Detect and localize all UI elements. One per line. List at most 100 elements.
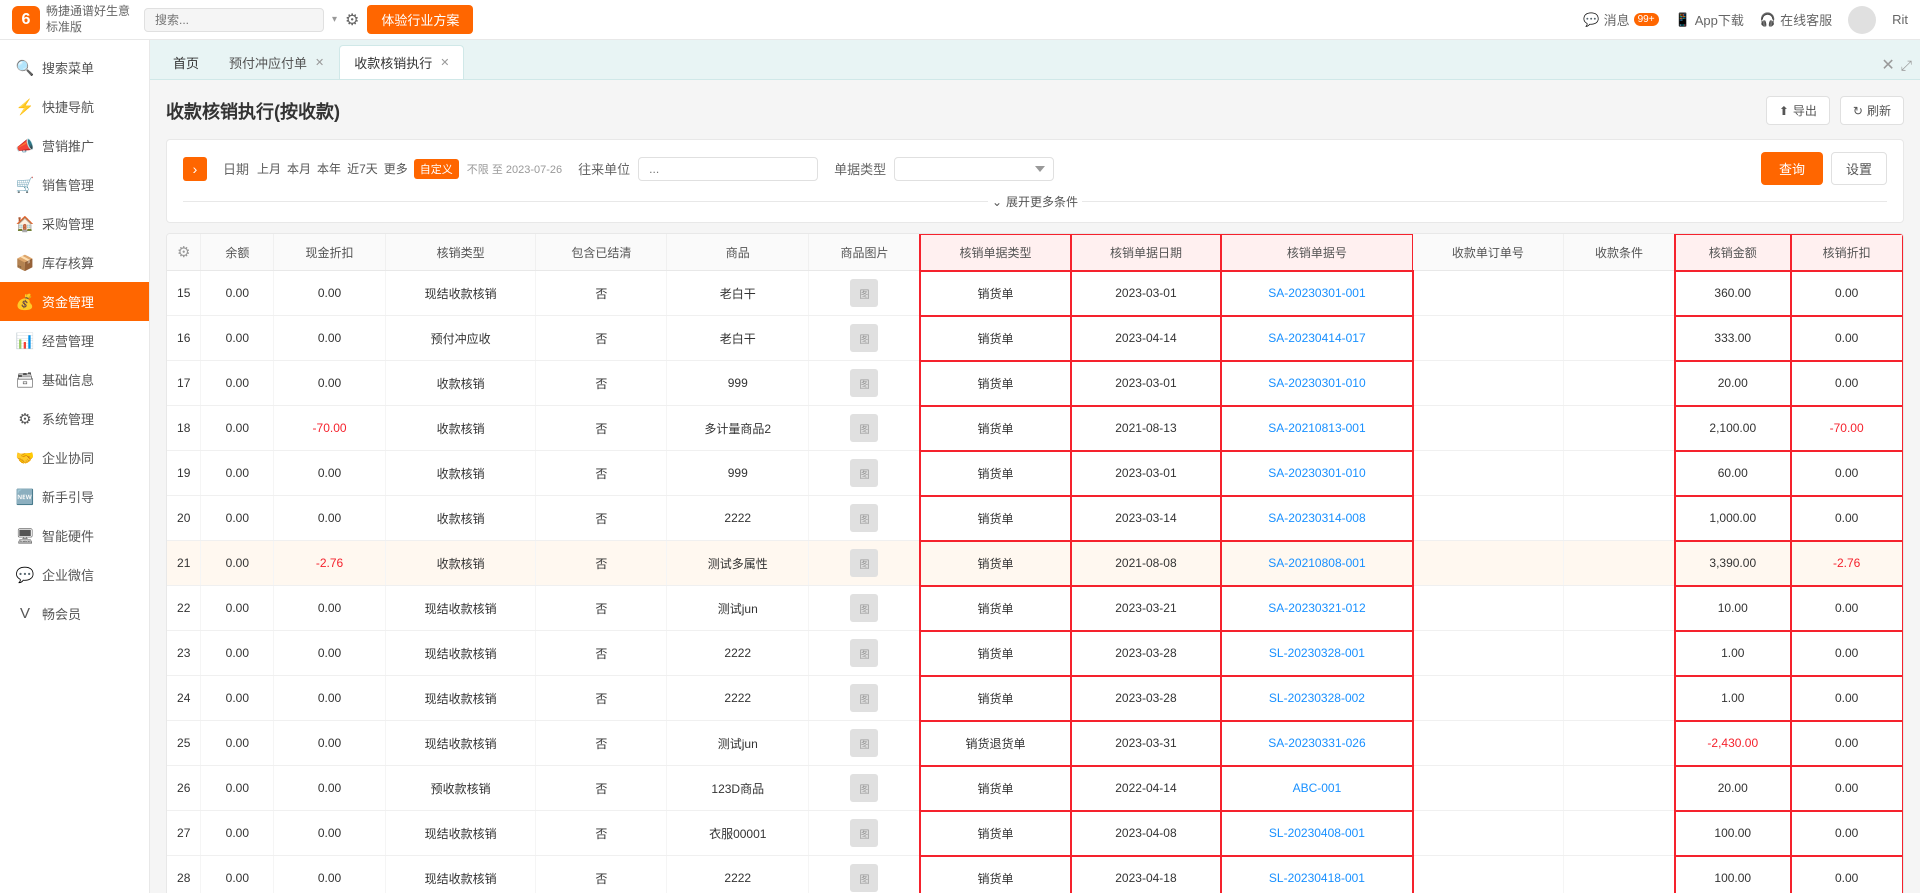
- doc-no-link[interactable]: SL-20230418-001: [1269, 871, 1365, 885]
- doc-no-link[interactable]: SA-20210808-001: [1268, 556, 1365, 570]
- sidebar-item-guide[interactable]: 🆕 新手引导: [0, 477, 149, 516]
- date-this-month-btn[interactable]: 本月: [287, 160, 311, 177]
- cell-cond: [1563, 361, 1675, 406]
- doc-no-link[interactable]: SA-20230301-010: [1268, 376, 1365, 390]
- window-minimize-icon[interactable]: ✕: [1881, 55, 1894, 75]
- gear-icon[interactable]: ⚙: [177, 244, 190, 261]
- cell-doc-no[interactable]: SA-20230321-012: [1221, 586, 1413, 631]
- doc-no-link[interactable]: SA-20230321-012: [1268, 601, 1365, 615]
- col-amount: 核销金额: [1675, 234, 1791, 271]
- cell-doc-no[interactable]: ABC-001: [1221, 766, 1413, 811]
- tab-collection-close[interactable]: ✕: [440, 56, 449, 69]
- cell-doc-no[interactable]: SA-20210813-001: [1221, 406, 1413, 451]
- sidebar-item-corp[interactable]: 🤝 企业协同: [0, 438, 149, 477]
- date-this-year-btn[interactable]: 本年: [317, 160, 341, 177]
- cell-doc-no[interactable]: SL-20230328-001: [1221, 631, 1413, 676]
- filter-date-item: 日期 上月 本月 本年 近7天 更多 自定义: [223, 159, 459, 179]
- global-search-input[interactable]: [144, 8, 324, 32]
- cell-goods-img: 图: [809, 766, 921, 811]
- doc-no-link[interactable]: SL-20230328-001: [1269, 646, 1365, 660]
- sidebar-item-inventory-label: 库存核算: [42, 253, 94, 272]
- trial-button[interactable]: 体验行业方案: [367, 5, 473, 34]
- doc-no-link[interactable]: SL-20230408-001: [1269, 826, 1365, 840]
- cell-doc-no[interactable]: SL-20230328-002: [1221, 676, 1413, 721]
- cell-cash-discount: 0.00: [274, 586, 386, 631]
- col-balance: 余额: [201, 234, 274, 271]
- doc-no-link[interactable]: ABC-001: [1293, 781, 1342, 795]
- doc-no-link[interactable]: SA-20230314-008: [1268, 511, 1365, 525]
- settings-icon[interactable]: ⚙: [345, 10, 359, 30]
- filter-bar: › 日期 上月 本月 本年 近7天 更多 自定义 不限 至 2023: [166, 139, 1904, 223]
- filter-settings-button[interactable]: 设置: [1831, 152, 1887, 185]
- date-hint: 不限 至 2023-07-26: [467, 161, 562, 177]
- cell-discount: 0.00: [1791, 856, 1903, 893]
- refresh-button[interactable]: ↻ 刷新: [1840, 96, 1904, 125]
- tab-prepay-close[interactable]: ✕: [315, 56, 324, 69]
- sidebar-item-inventory[interactable]: 📦 库存核算: [0, 243, 149, 282]
- cell-doc-no[interactable]: SA-20230301-010: [1221, 361, 1413, 406]
- cell-doc-no[interactable]: SA-20230414-017: [1221, 316, 1413, 361]
- date-more-btn[interactable]: 更多: [384, 160, 408, 177]
- avatar[interactable]: [1848, 6, 1876, 34]
- counterparty-filter-input[interactable]: [638, 157, 818, 181]
- online-service-button[interactable]: 🎧 在线客服: [1760, 10, 1832, 29]
- tab-home[interactable]: 首页: [158, 45, 214, 79]
- cell-num: 18: [167, 406, 201, 451]
- cell-doc-type: 销货单: [920, 856, 1070, 893]
- cell-balance: 0.00: [201, 766, 274, 811]
- cell-doc-no[interactable]: SA-20210808-001: [1221, 541, 1413, 586]
- doc-no-link[interactable]: SA-20230414-017: [1268, 331, 1365, 345]
- tab-prepay[interactable]: 预付冲应付单 ✕: [214, 45, 339, 79]
- sidebar-item-basic-label: 基础信息: [42, 370, 94, 389]
- doc-no-link[interactable]: SA-20230301-001: [1268, 286, 1365, 300]
- expand-more-bar[interactable]: ⌄ 展开更多条件: [183, 193, 1887, 210]
- cell-balance: 0.00: [201, 676, 274, 721]
- cell-doc-no[interactable]: SL-20230418-001: [1221, 856, 1413, 893]
- sidebar-item-marketing[interactable]: 📣 营销推广: [0, 126, 149, 165]
- cell-type: 收款核销: [385, 451, 535, 496]
- sidebar-item-wechat[interactable]: 💬 企业微信: [0, 555, 149, 594]
- doc-no-link[interactable]: SA-20210813-001: [1268, 421, 1365, 435]
- sidebar-item-sales[interactable]: 🛒 销售管理: [0, 165, 149, 204]
- doctype-filter-select[interactable]: 销货单: [894, 157, 1054, 181]
- cell-cash-discount: 0.00: [274, 316, 386, 361]
- sidebar-item-finance[interactable]: 💰 资金管理: [0, 282, 149, 321]
- cell-amount: 20.00: [1675, 361, 1791, 406]
- sidebar-item-basic[interactable]: 🗃 基础信息: [0, 360, 149, 399]
- date-custom-btn[interactable]: 自定义: [414, 159, 459, 179]
- window-maximize-icon[interactable]: ⤢: [1901, 57, 1912, 74]
- cell-doc-no[interactable]: SL-20230408-001: [1221, 811, 1413, 856]
- cell-doc-type: 销货单: [920, 631, 1070, 676]
- cell-doc-no[interactable]: SA-20230314-008: [1221, 496, 1413, 541]
- sidebar-item-business[interactable]: 📊 经营管理: [0, 321, 149, 360]
- sidebar-item-hardware[interactable]: 🖥 智能硬件: [0, 516, 149, 555]
- cell-balance: 0.00: [201, 271, 274, 316]
- export-button[interactable]: ⬆ 导出: [1766, 96, 1830, 125]
- tab-collection[interactable]: 收款核销执行 ✕: [339, 45, 464, 79]
- sidebar-item-system[interactable]: ⚙ 系统管理: [0, 399, 149, 438]
- sidebar-item-member[interactable]: V 畅会员: [0, 594, 149, 633]
- messages-button[interactable]: 💬 消息 99+: [1583, 10, 1658, 29]
- cell-cash-discount: 0.00: [274, 676, 386, 721]
- query-button[interactable]: 查询: [1761, 152, 1823, 185]
- col-gear: ⚙: [167, 234, 201, 271]
- cell-doc-no[interactable]: SA-20230301-010: [1221, 451, 1413, 496]
- cell-doc-no[interactable]: SA-20230301-001: [1221, 271, 1413, 316]
- app-layout: 🔍 搜索菜单 ⚡ 快捷导航 📣 营销推广 🛒 销售管理 🏠 采购管理 📦 库存核…: [0, 40, 1920, 893]
- doc-no-link[interactable]: SA-20230301-010: [1268, 466, 1365, 480]
- filter-expand-toggle[interactable]: ›: [183, 157, 207, 181]
- app-download-button[interactable]: 📱 App下载: [1675, 10, 1744, 29]
- doc-no-link[interactable]: SA-20230331-026: [1268, 736, 1365, 750]
- member-icon: V: [16, 605, 34, 623]
- tab-bar-actions: ✕ ⤢: [1881, 55, 1912, 79]
- doc-no-link[interactable]: SL-20230328-002: [1269, 691, 1365, 705]
- sidebar-item-search[interactable]: 🔍 搜索菜单: [0, 48, 149, 87]
- cell-doc-no[interactable]: SA-20230331-026: [1221, 721, 1413, 766]
- date-last-month-btn[interactable]: 上月: [257, 160, 281, 177]
- sidebar-item-quicknav[interactable]: ⚡ 快捷导航: [0, 87, 149, 126]
- sidebar-item-purchase[interactable]: 🏠 采购管理: [0, 204, 149, 243]
- cell-doc-date: 2022-04-14: [1071, 766, 1221, 811]
- cell-balance: 0.00: [201, 586, 274, 631]
- date-7days-btn[interactable]: 近7天: [347, 160, 378, 177]
- cell-discount: 0.00: [1791, 451, 1903, 496]
